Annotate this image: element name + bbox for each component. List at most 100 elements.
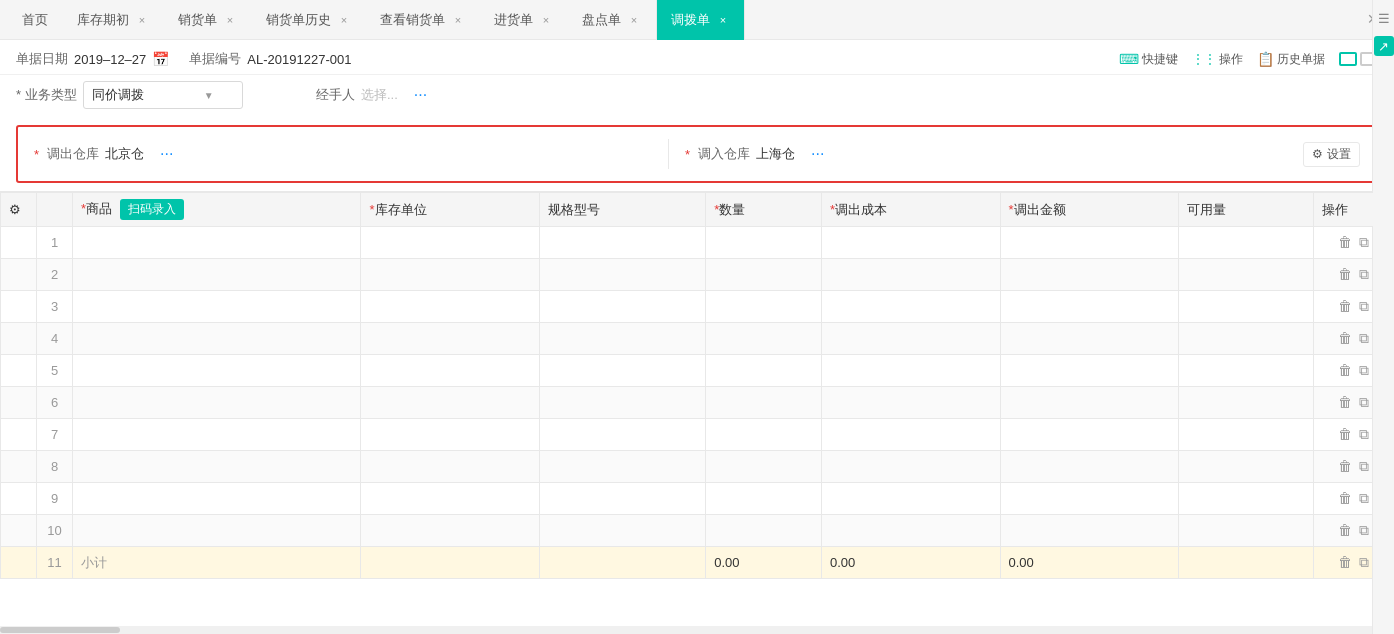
copy-icon-11[interactable]: ⧉: [1359, 554, 1369, 570]
scan-button[interactable]: 扫码录入: [120, 199, 184, 220]
person-input[interactable]: 选择...: [361, 86, 398, 104]
delete-icon-11[interactable]: 🗑: [1338, 554, 1352, 570]
row-unit-2: [361, 259, 539, 291]
row-avail-6: [1179, 387, 1314, 419]
delete-icon-3[interactable]: 🗑: [1338, 298, 1352, 314]
number-value: AL-20191227-001: [247, 52, 351, 67]
row-qty-6[interactable]: [706, 387, 822, 419]
row-qty-5[interactable]: [706, 355, 822, 387]
row-amount-3: [1000, 291, 1178, 323]
row-product-5[interactable]: [73, 355, 361, 387]
tab-close-purchase[interactable]: ×: [539, 13, 553, 27]
settings-button[interactable]: ⚙ 设置: [1303, 142, 1360, 167]
row-product-1[interactable]: [73, 227, 361, 259]
tab-transfer[interactable]: 调拨单 ×: [656, 0, 745, 40]
table-container[interactable]: ⚙ *商品 扫码录入 *库存单位 规格型号 *数量 *调出成本 *调出金额 可用…: [0, 191, 1394, 626]
copy-icon-4[interactable]: ⧉: [1359, 330, 1369, 346]
row-amount-8: [1000, 451, 1178, 483]
row-product-2[interactable]: [73, 259, 361, 291]
history-button[interactable]: 📋 历史单据: [1257, 51, 1325, 68]
table-row: 6 🗑 ⧉: [1, 387, 1394, 419]
person-more-button[interactable]: ···: [414, 86, 427, 104]
delete-icon-4[interactable]: 🗑: [1338, 330, 1352, 346]
row-product-3[interactable]: [73, 291, 361, 323]
row-product-4[interactable]: [73, 323, 361, 355]
tab-close-view-sales[interactable]: ×: [451, 13, 465, 27]
delete-icon-5[interactable]: 🗑: [1338, 362, 1352, 378]
tab-sales-history[interactable]: 销货单历史 ×: [252, 0, 366, 40]
delete-icon-6[interactable]: 🗑: [1338, 394, 1352, 410]
tab-close-sales-history[interactable]: ×: [337, 13, 351, 27]
row-product-6[interactable]: [73, 387, 361, 419]
copy-icon-2[interactable]: ⧉: [1359, 266, 1369, 282]
scrollbar-thumb: [0, 627, 120, 633]
date-value: 2019–12–27: [74, 52, 146, 67]
th-amount: *调出金额: [1000, 193, 1178, 227]
row-cost-7: [822, 419, 1000, 451]
row-qty-3[interactable]: [706, 291, 822, 323]
warehouse-out-group: * 调出仓库 北京仓 ···: [34, 145, 652, 163]
row-qty-10[interactable]: [706, 515, 822, 547]
settings-gear-icon: ⚙: [1312, 147, 1323, 161]
row-qty-2[interactable]: [706, 259, 822, 291]
row-unit-6: [361, 387, 539, 419]
row-product-8[interactable]: [73, 451, 361, 483]
delete-icon-10[interactable]: 🗑: [1338, 522, 1352, 538]
row-product-9[interactable]: [73, 483, 361, 515]
th-cost: *调出成本: [822, 193, 1000, 227]
tab-sales-order[interactable]: 销货单 ×: [164, 0, 252, 40]
row-gear-9: [1, 483, 37, 515]
tab-close-inventory-count[interactable]: ×: [627, 13, 641, 27]
row-num-4: 4: [37, 323, 73, 355]
delete-icon-2[interactable]: 🗑: [1338, 266, 1352, 282]
operations-button[interactable]: ⋮⋮ 操作: [1192, 51, 1243, 68]
warehouse-in-more-button[interactable]: ···: [811, 145, 824, 163]
tab-view-sales[interactable]: 查看销货单 ×: [366, 0, 480, 40]
row-num-9: 9: [37, 483, 73, 515]
tab-inventory-count[interactable]: 盘点单 ×: [568, 0, 656, 40]
horizontal-scrollbar[interactable]: [0, 626, 1394, 634]
row-gear-6: [1, 387, 37, 419]
row-product-10[interactable]: [73, 515, 361, 547]
tab-close-sales-order[interactable]: ×: [223, 13, 237, 27]
side-list-icon[interactable]: ☰: [1374, 8, 1394, 28]
row-unit-3: [361, 291, 539, 323]
row-qty-1[interactable]: [706, 227, 822, 259]
row-cost-4: [822, 323, 1000, 355]
warehouse-out-more-button[interactable]: ···: [160, 145, 173, 163]
row-qty-8[interactable]: [706, 451, 822, 483]
copy-icon-5[interactable]: ⧉: [1359, 362, 1369, 378]
row-gear-8: [1, 451, 37, 483]
calendar-icon[interactable]: 📅: [152, 51, 169, 67]
row-product-7[interactable]: [73, 419, 361, 451]
tab-close-transfer[interactable]: ×: [716, 13, 730, 27]
business-type-select[interactable]: 同价调拨 ▼: [83, 81, 243, 109]
row-unit-1: [361, 227, 539, 259]
header-area: 单据日期 2019–12–27 📅 单据编号 AL-20191227-001 ⌨…: [0, 40, 1394, 75]
copy-icon-1[interactable]: ⧉: [1359, 234, 1369, 250]
copy-icon-10[interactable]: ⧉: [1359, 522, 1369, 538]
side-expand-icon[interactable]: ↗: [1374, 36, 1394, 56]
row-qty-9[interactable]: [706, 483, 822, 515]
copy-icon-9[interactable]: ⧉: [1359, 490, 1369, 506]
copy-icon-8[interactable]: ⧉: [1359, 458, 1369, 474]
row-amount-1: [1000, 227, 1178, 259]
copy-icon-3[interactable]: ⧉: [1359, 298, 1369, 314]
delete-icon-8[interactable]: 🗑: [1338, 458, 1352, 474]
delete-icon-7[interactable]: 🗑: [1338, 426, 1352, 442]
tab-close-inventory-init[interactable]: ×: [135, 13, 149, 27]
row-num-10: 10: [37, 515, 73, 547]
row-qty-7[interactable]: [706, 419, 822, 451]
copy-icon-6[interactable]: ⧉: [1359, 394, 1369, 410]
th-gear[interactable]: ⚙: [1, 193, 37, 227]
operations-icon: ⋮⋮: [1192, 52, 1216, 66]
subtotal-spec-cell: [539, 547, 705, 579]
copy-icon-7[interactable]: ⧉: [1359, 426, 1369, 442]
tab-purchase[interactable]: 进货单 ×: [480, 0, 568, 40]
tab-home[interactable]: 首页: [8, 0, 63, 40]
row-qty-4[interactable]: [706, 323, 822, 355]
shortcut-button[interactable]: ⌨ 快捷键: [1119, 51, 1178, 68]
delete-icon-1[interactable]: 🗑: [1338, 234, 1352, 250]
delete-icon-9[interactable]: 🗑: [1338, 490, 1352, 506]
tab-inventory-init[interactable]: 库存期初 ×: [63, 0, 164, 40]
